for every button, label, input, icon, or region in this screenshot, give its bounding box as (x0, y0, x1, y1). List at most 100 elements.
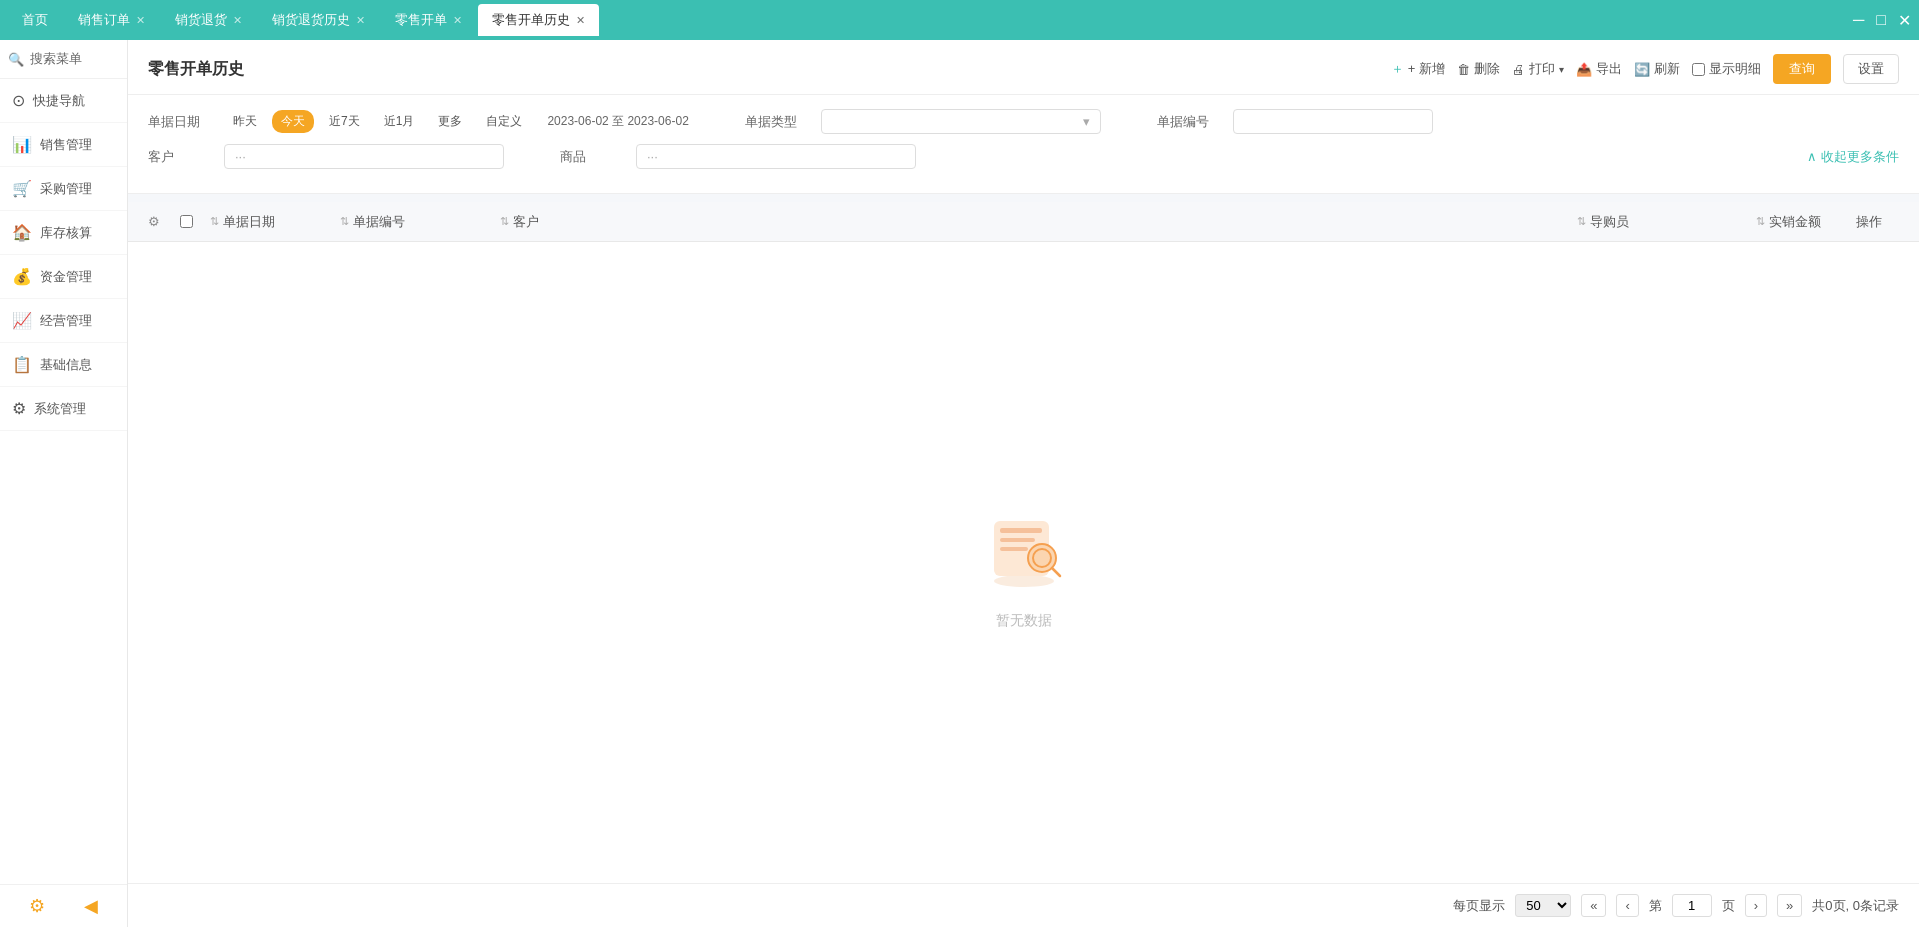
sidebar-item-basic-label: 基础信息 (40, 356, 92, 374)
date-btn-1month[interactable]: 近1月 (375, 110, 424, 133)
sort-icon-guide: ⇅ (1577, 215, 1586, 228)
sidebar-search[interactable]: 🔍 搜索菜单 (0, 40, 127, 79)
delete-icon: 🗑 (1457, 62, 1470, 77)
tab-sales-return-history[interactable]: 销货退货历史 ✕ (258, 4, 379, 36)
table-select-all[interactable] (170, 215, 202, 228)
select-all-checkbox[interactable] (180, 215, 193, 228)
export-label: 导出 (1596, 60, 1622, 78)
number-input[interactable] (1233, 109, 1433, 134)
customer-input[interactable]: ··· (224, 144, 504, 169)
sidebar-bottom: ⚙ ◀ (0, 884, 127, 927)
empty-state: 暂无数据 (128, 242, 1919, 883)
sidebar-item-basic-info[interactable]: 📋 基础信息 (0, 343, 127, 387)
tab-sales-return-label: 销货退货 (175, 11, 227, 29)
empty-text: 暂无数据 (996, 612, 1052, 630)
print-button[interactable]: 🖨 打印 ▾ (1512, 60, 1564, 78)
sort-icon-date: ⇅ (210, 215, 219, 228)
date-btn-more[interactable]: 更多 (429, 110, 471, 133)
settings-button[interactable]: 设置 (1843, 54, 1899, 84)
delete-button[interactable]: 🗑 删除 (1457, 60, 1500, 78)
date-btn-custom[interactable]: 自定义 (477, 110, 531, 133)
date-btn-yesterday[interactable]: 昨天 (224, 110, 266, 133)
tab-retail-open-close[interactable]: ✕ (453, 14, 462, 27)
tab-sales-order-label: 销售订单 (78, 11, 130, 29)
print-icon: 🖨 (1512, 62, 1525, 77)
prev-page-button[interactable]: ‹ (1616, 894, 1638, 917)
table-settings-icon[interactable]: ⚙ (138, 214, 170, 229)
purchase-mgmt-icon: 🛒 (12, 179, 32, 198)
sidebar-collapse-icon[interactable]: ◀ (84, 895, 98, 917)
th-customer[interactable]: ⇅ 客户 (492, 213, 1569, 231)
refresh-icon: 🔄 (1634, 62, 1650, 77)
minimize-button[interactable]: ─ (1853, 11, 1864, 29)
sidebar-item-finance[interactable]: 💰 资金管理 (0, 255, 127, 299)
pagination: 每页显示 20 50 100 « ‹ 第 页 › » 共0页, 0条记录 (128, 883, 1919, 927)
display-detail-input[interactable] (1692, 63, 1705, 76)
page-label-pre: 第 (1649, 897, 1662, 915)
th-amount-label: 实销金额 (1769, 213, 1821, 231)
sidebar-item-purchase-mgmt[interactable]: 🛒 采购管理 (0, 167, 127, 211)
goods-input[interactable]: ··· (636, 144, 916, 169)
display-detail-checkbox[interactable]: 显示明细 (1692, 60, 1761, 78)
svg-point-0 (994, 575, 1054, 587)
next-page-button[interactable]: › (1745, 894, 1767, 917)
collapse-button[interactable]: ∧ 收起更多条件 (1807, 148, 1899, 166)
tab-sales-order-close[interactable]: ✕ (136, 14, 145, 27)
sidebar-settings-icon[interactable]: ⚙ (29, 895, 45, 917)
th-action-label: 操作 (1856, 213, 1882, 231)
export-button[interactable]: 📤 导出 (1576, 60, 1622, 78)
query-button[interactable]: 查询 (1773, 54, 1831, 84)
table-header: ⚙ ⇅ 单据日期 ⇅ 单据编号 ⇅ 客户 ⇅ 导购员 (128, 202, 1919, 242)
sidebar-item-system-label: 系统管理 (34, 400, 86, 418)
tab-retail-open-history[interactable]: 零售开单历史 ✕ (478, 4, 599, 36)
tab-retail-open-history-close[interactable]: ✕ (576, 14, 585, 27)
date-btn-7days[interactable]: 近7天 (320, 110, 369, 133)
add-button[interactable]: ＋ + 新增 (1391, 60, 1445, 78)
maximize-button[interactable]: □ (1876, 11, 1886, 29)
th-customer-label: 客户 (513, 213, 539, 231)
type-select[interactable]: ▾ (821, 109, 1101, 134)
page-number-input[interactable] (1672, 894, 1712, 917)
tab-home-label: 首页 (22, 11, 48, 29)
sidebar-item-finance-label: 资金管理 (40, 268, 92, 286)
tab-retail-open[interactable]: 零售开单 ✕ (381, 4, 476, 36)
refresh-label: 刷新 (1654, 60, 1680, 78)
per-page-select[interactable]: 20 50 100 (1515, 894, 1571, 917)
th-amount[interactable]: ⇅ 实销金额 (1689, 213, 1829, 231)
goods-label: 商品 (560, 148, 620, 166)
tab-sales-return-history-close[interactable]: ✕ (356, 14, 365, 27)
tab-retail-open-history-label: 零售开单历史 (492, 11, 570, 29)
date-btn-today[interactable]: 今天 (272, 110, 314, 133)
first-page-button[interactable]: « (1581, 894, 1606, 917)
inventory-icon: 🏠 (12, 223, 32, 242)
tab-home[interactable]: 首页 (8, 4, 62, 36)
th-date-label: 单据日期 (223, 213, 275, 231)
sort-icon-amount: ⇅ (1756, 215, 1765, 228)
th-number[interactable]: ⇅ 单据编号 (332, 213, 492, 231)
th-date[interactable]: ⇅ 单据日期 (202, 213, 332, 231)
add-label: + 新增 (1408, 60, 1445, 78)
close-button[interactable]: ✕ (1898, 11, 1911, 30)
last-page-button[interactable]: » (1777, 894, 1802, 917)
sidebar-item-inventory[interactable]: 🏠 库存核算 (0, 211, 127, 255)
toolbar: ＋ + 新增 🗑 删除 🖨 打印 ▾ 📤 导出 🔄 (1391, 54, 1899, 84)
basic-info-icon: 📋 (12, 355, 32, 374)
sidebar-item-sales-mgmt[interactable]: 📊 销售管理 (0, 123, 127, 167)
tab-sales-return[interactable]: 销货退货 ✕ (161, 4, 256, 36)
number-label: 单据编号 (1157, 113, 1217, 131)
sidebar-item-quick-nav[interactable]: ⊙ 快捷导航 (0, 79, 127, 123)
svg-line-7 (1052, 568, 1060, 576)
sidebar-item-operations-label: 经营管理 (40, 312, 92, 330)
th-guide[interactable]: ⇅ 导购员 (1569, 213, 1689, 231)
sidebar-item-purchase-label: 采购管理 (40, 180, 92, 198)
tab-sales-return-close[interactable]: ✕ (233, 14, 242, 27)
tab-sales-order[interactable]: 销售订单 ✕ (64, 4, 159, 36)
refresh-button[interactable]: 🔄 刷新 (1634, 60, 1680, 78)
sidebar-item-system[interactable]: ⚙ 系统管理 (0, 387, 127, 431)
operations-icon: 📈 (12, 311, 32, 330)
svg-rect-4 (1000, 547, 1028, 551)
tab-retail-open-label: 零售开单 (395, 11, 447, 29)
th-guide-label: 导购员 (1590, 213, 1629, 231)
sidebar-item-operations[interactable]: 📈 经营管理 (0, 299, 127, 343)
print-label: 打印 (1529, 60, 1555, 78)
